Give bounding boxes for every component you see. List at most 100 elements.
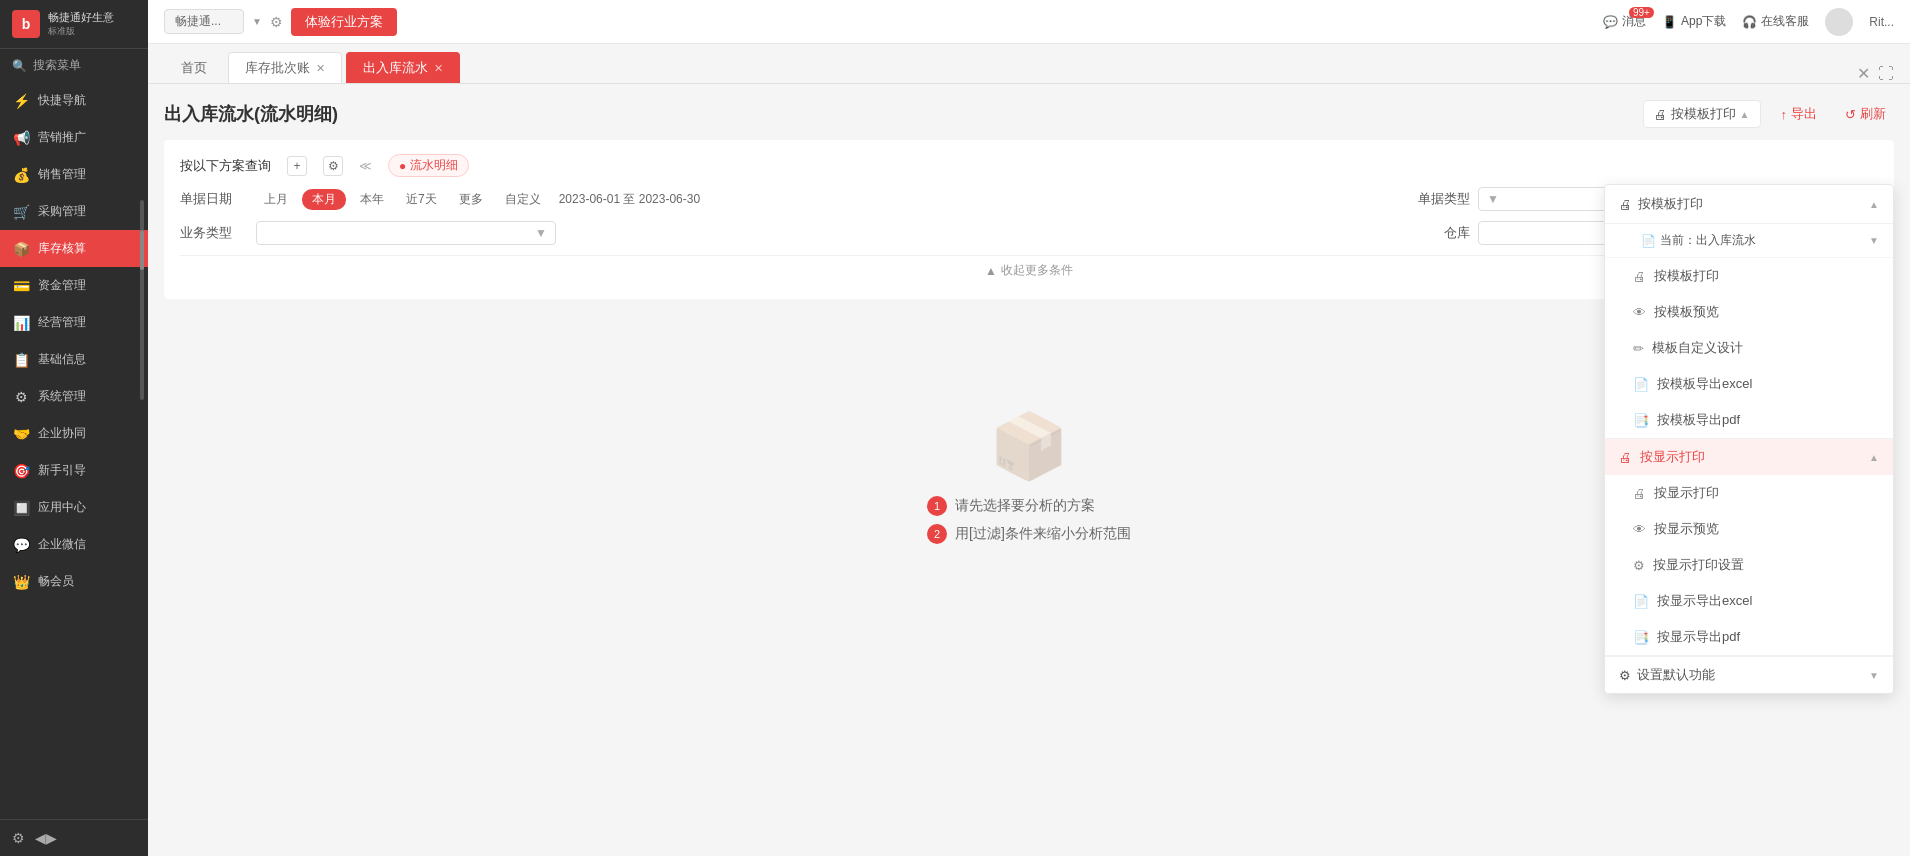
tab-batch[interactable]: 库存批次账 ✕: [228, 52, 342, 83]
tab-home[interactable]: 首页: [164, 52, 224, 83]
sidebar-item-finance[interactable]: 💳 资金管理: [0, 267, 148, 304]
template-excel-icon: 📄: [1633, 377, 1649, 392]
display-print-item[interactable]: 🖨 按显示打印: [1605, 475, 1893, 511]
sidebar-item-collab[interactable]: 🤝 企业协同: [0, 415, 148, 452]
filter-setting-button[interactable]: ⚙: [323, 156, 343, 176]
collapse-sidebar-icon[interactable]: ◀▶: [35, 830, 57, 846]
display-excel-icon: 📄: [1633, 594, 1649, 609]
display-preview-item[interactable]: 👁 按显示预览: [1605, 511, 1893, 547]
operation-icon: 📊: [12, 315, 30, 331]
sidebar-item-purchase[interactable]: 🛒 采购管理: [0, 193, 148, 230]
display-section-header[interactable]: 🖨 按显示打印 ▲: [1605, 439, 1893, 475]
current-arrow[interactable]: ▼: [1869, 235, 1879, 246]
dropdown-header-arrow[interactable]: ▲: [1869, 199, 1879, 210]
printer-icon: 🖨: [1654, 107, 1667, 122]
sidebar-item-inventory[interactable]: 📦 库存核算: [0, 230, 148, 267]
trial-button[interactable]: 体验行业方案: [291, 8, 397, 36]
date-btn-last-month[interactable]: 上月: [256, 189, 296, 210]
app-download-item[interactable]: 📱 App下载: [1662, 13, 1726, 30]
message-item[interactable]: 💬 消息 99+: [1603, 13, 1646, 30]
username-dropdown-arrow[interactable]: ▼: [252, 16, 262, 27]
date-btn-custom[interactable]: 自定义: [497, 189, 549, 210]
dropdown-printer-icon: 🖨: [1619, 197, 1632, 212]
display-pdf-icon: 📑: [1633, 630, 1649, 645]
template-excel-item[interactable]: 📄 按模板导出excel: [1605, 366, 1893, 402]
date-filter: 上月 本月 本年 近7天 更多 自定义 2023-06-01 至 2023-06…: [256, 189, 700, 210]
search-menu[interactable]: 🔍 搜索菜单: [0, 49, 148, 82]
sidebar-item-sales[interactable]: 💰 销售管理: [0, 156, 148, 193]
sidebar-item-wechat[interactable]: 💬 企业微信: [0, 526, 148, 563]
date-btn-this-month[interactable]: 本月: [302, 189, 346, 210]
header-settings-icon[interactable]: ⚙: [270, 14, 283, 30]
template-pdf-icon: 📑: [1633, 413, 1649, 428]
active-filter-tag[interactable]: ● 流水明细: [388, 154, 469, 177]
filter-collapse-btn[interactable]: ≪: [359, 159, 372, 173]
quick-nav-icon: ⚡: [12, 93, 30, 109]
date-btn-this-year[interactable]: 本年: [352, 189, 392, 210]
tab-batch-close[interactable]: ✕: [316, 62, 325, 75]
refresh-button[interactable]: ↺ 刷新: [1837, 101, 1894, 127]
header-left: 畅捷通... ▼ ⚙ 体验行业方案: [164, 8, 1591, 36]
template-preview-item[interactable]: 👁 按模板预览: [1605, 294, 1893, 330]
tab-inout[interactable]: 出入库流水 ✕: [346, 52, 460, 83]
export-button[interactable]: ↑ 导出: [1773, 101, 1826, 127]
biz-type-select-arrow: ▼: [535, 226, 547, 240]
template-print-item[interactable]: 🖨 按模板打印: [1605, 258, 1893, 294]
print-button[interactable]: 🖨 按模板打印 ▲: [1643, 100, 1761, 128]
inventory-icon: 📦: [12, 241, 30, 257]
tab-inout-close[interactable]: ✕: [434, 62, 443, 75]
member-icon: 👑: [12, 574, 30, 590]
warehouse-label: 仓库: [1444, 224, 1470, 242]
tab-bar: 首页 库存批次账 ✕ 出入库流水 ✕ ✕ ⛶: [148, 44, 1910, 84]
sidebar-item-basic[interactable]: 📋 基础信息: [0, 341, 148, 378]
display-section-icon: 🖨: [1619, 450, 1632, 465]
dropdown-header: 🖨 按模板打印 ▲: [1605, 185, 1893, 224]
settings-bottom-icon[interactable]: ⚙: [12, 830, 25, 846]
window-close-btn[interactable]: ✕: [1857, 64, 1870, 83]
page-content: 出入库流水(流水明细) 🖨 按模板打印 ▲ ↑ 导出 ↺ 刷新: [148, 84, 1910, 856]
sidebar-item-member[interactable]: 👑 畅会员: [0, 563, 148, 600]
sidebar-scrollbar: [140, 200, 144, 400]
display-section-arrow[interactable]: ▲: [1869, 452, 1879, 463]
display-pdf-item[interactable]: 📑 按显示导出pdf: [1605, 619, 1893, 655]
collapse-up-icon: ▲: [985, 264, 997, 278]
collapse-button[interactable]: ▲ 收起更多条件: [985, 262, 1073, 279]
filter-add-button[interactable]: +: [287, 156, 307, 176]
sidebar-item-app-center[interactable]: 🔲 应用中心: [0, 489, 148, 526]
filter-row-top: 按以下方案查询 + ⚙ ≪ ● 流水明细: [180, 154, 1878, 177]
active-filter-icon: ●: [399, 159, 406, 173]
print-dropdown-arrow[interactable]: ▲: [1740, 109, 1750, 120]
marketing-icon: 📢: [12, 130, 30, 146]
online-service-item[interactable]: 🎧 在线客服: [1742, 13, 1809, 30]
sidebar-item-operation[interactable]: 📊 经营管理: [0, 304, 148, 341]
sidebar-nav: ⚡ 快捷导航 📢 营销推广 💰 销售管理 🛒 采购管理 📦 库存核算 💳 资金管…: [0, 82, 148, 819]
sidebar-scroll-thumb: [140, 230, 144, 270]
template-print-icon: 🖨: [1633, 269, 1646, 284]
sidebar-item-system[interactable]: ⚙ 系统管理: [0, 378, 148, 415]
step-2-text: 用[过滤]条件来缩小分析范围: [955, 525, 1131, 543]
date-label: 单据日期: [180, 190, 240, 208]
dropdown-footer[interactable]: ⚙ 设置默认功能 ▼: [1605, 656, 1893, 693]
basic-icon: 📋: [12, 352, 30, 368]
display-settings-icon: ⚙: [1633, 558, 1645, 573]
date-btn-more[interactable]: 更多: [451, 189, 491, 210]
sidebar-item-guide[interactable]: 🎯 新手引导: [0, 452, 148, 489]
sidebar-item-marketing[interactable]: 📢 营销推广: [0, 119, 148, 156]
display-settings-item[interactable]: ⚙ 按显示打印设置: [1605, 547, 1893, 583]
empty-step-2: 2 用[过滤]条件来缩小分析范围: [927, 524, 1131, 544]
empty-state-icon: 📦: [989, 409, 1069, 484]
biz-type-select[interactable]: ▼: [256, 221, 556, 245]
main-area: 畅捷通... ▼ ⚙ 体验行业方案 💬 消息 99+ 📱 App下载 🎧 在线客…: [148, 0, 1910, 856]
guide-icon: 🎯: [12, 463, 30, 479]
sidebar-item-quick-nav[interactable]: ⚡ 快捷导航: [0, 82, 148, 119]
template-pdf-item[interactable]: 📑 按模板导出pdf: [1605, 402, 1893, 438]
user-avatar[interactable]: [1825, 8, 1853, 36]
window-maximize-btn[interactable]: ⛶: [1878, 65, 1894, 83]
export-icon: ↑: [1781, 107, 1788, 122]
footer-arrow[interactable]: ▼: [1869, 670, 1879, 681]
display-excel-item[interactable]: 📄 按显示导出excel: [1605, 583, 1893, 619]
date-btn-7days[interactable]: 近7天: [398, 189, 445, 210]
empty-state-steps: 1 请先选择要分析的方案 2 用[过滤]条件来缩小分析范围: [927, 496, 1131, 544]
template-customize-item[interactable]: ✏ 模板自定义设计: [1605, 330, 1893, 366]
message-icon: 💬: [1603, 15, 1618, 29]
